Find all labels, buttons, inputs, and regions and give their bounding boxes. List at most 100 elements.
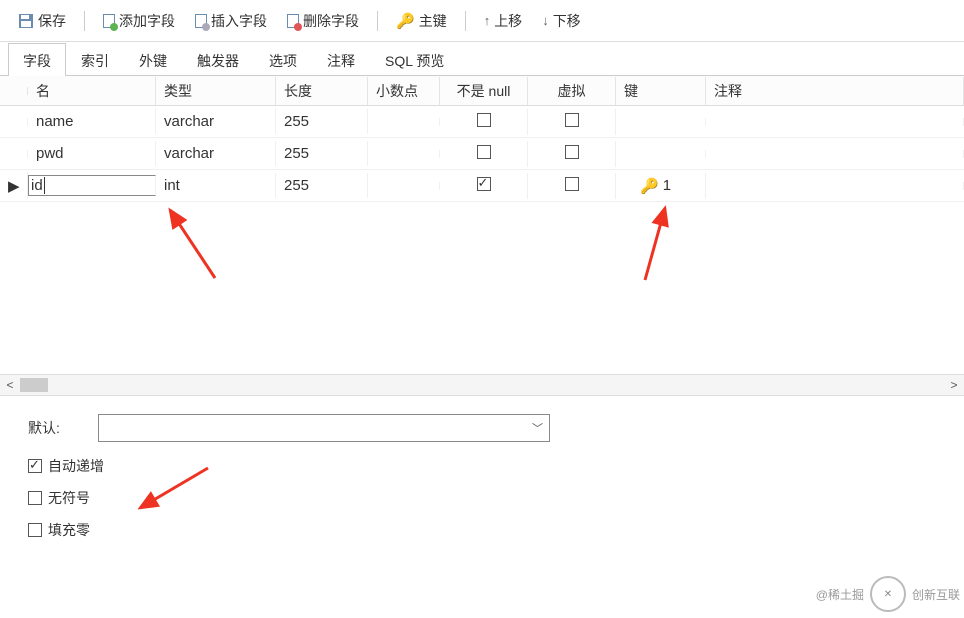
save-label: 保存 bbox=[38, 11, 66, 31]
insert-field-icon bbox=[195, 14, 207, 28]
cell-type[interactable]: int bbox=[156, 173, 276, 198]
zerofill-row[interactable]: 填充零 bbox=[28, 520, 936, 540]
cell-not-null[interactable] bbox=[440, 109, 528, 135]
default-row: 默认: ﹀ bbox=[28, 414, 936, 442]
header-not-null[interactable]: 不是 null bbox=[440, 77, 528, 105]
tabs: 字段 索引 外键 触发器 选项 注释 SQL 预览 bbox=[0, 42, 964, 76]
cell-key[interactable] bbox=[616, 150, 706, 158]
fields-grid: 名 类型 长度 小数点 不是 null 虚拟 键 注释 namevarchar2… bbox=[0, 76, 964, 374]
save-button[interactable]: 保存 bbox=[10, 7, 74, 35]
tab-foreign-keys[interactable]: 外键 bbox=[124, 43, 182, 76]
cell-length[interactable]: 255 bbox=[276, 173, 368, 198]
not-null-checkbox[interactable] bbox=[477, 113, 491, 127]
watermark-badge: ✕ bbox=[870, 576, 906, 612]
virtual-checkbox[interactable] bbox=[565, 145, 579, 159]
cell-type[interactable]: varchar bbox=[156, 141, 276, 166]
not-null-checkbox[interactable] bbox=[477, 145, 491, 159]
zerofill-label: 填充零 bbox=[48, 520, 90, 540]
add-field-button[interactable]: 添加字段 bbox=[95, 7, 183, 35]
add-field-icon bbox=[103, 14, 115, 28]
cell-not-null[interactable] bbox=[440, 141, 528, 167]
table-row[interactable]: pwdvarchar255 bbox=[0, 138, 964, 170]
toolbar: 保存 添加字段 插入字段 删除字段 🔑 主键 ↑ 上移 ↓ 下移 bbox=[0, 0, 964, 42]
move-down-button[interactable]: ↓ 下移 bbox=[534, 7, 589, 35]
primary-key-button[interactable]: 🔑 主键 bbox=[388, 7, 455, 35]
header-virtual[interactable]: 虚拟 bbox=[528, 77, 616, 105]
cell-decimal[interactable] bbox=[368, 150, 440, 158]
cell-type[interactable]: varchar bbox=[156, 109, 276, 134]
cell-decimal[interactable] bbox=[368, 118, 440, 126]
tab-indexes[interactable]: 索引 bbox=[66, 43, 124, 76]
header-decimal[interactable]: 小数点 bbox=[368, 77, 440, 105]
separator bbox=[465, 11, 466, 31]
header-key[interactable]: 键 bbox=[616, 77, 706, 105]
chevron-down-icon: ﹀ bbox=[532, 420, 543, 436]
horizontal-scrollbar[interactable]: < > bbox=[0, 374, 964, 396]
not-null-checkbox[interactable] bbox=[477, 177, 491, 191]
grid-body: namevarchar255pwdvarchar255▶id int255🔑1 bbox=[0, 106, 964, 374]
table-row[interactable]: ▶id int255 🔑1 bbox=[0, 170, 964, 202]
unsigned-row[interactable]: 无符号 bbox=[28, 488, 936, 508]
cell-comment[interactable] bbox=[706, 150, 964, 158]
scroll-right-button[interactable]: > bbox=[944, 378, 964, 392]
key-icon: 🔑 bbox=[640, 177, 659, 195]
row-marker bbox=[0, 118, 28, 126]
cell-virtual[interactable] bbox=[528, 141, 616, 167]
tab-sql-preview[interactable]: SQL 预览 bbox=[370, 43, 459, 76]
auto-increment-row[interactable]: 自动递增 bbox=[28, 456, 936, 476]
arrow-up-icon: ↑ bbox=[484, 13, 491, 28]
auto-increment-checkbox[interactable] bbox=[28, 459, 42, 473]
tab-triggers[interactable]: 触发器 bbox=[182, 43, 254, 76]
header-type[interactable]: 类型 bbox=[156, 77, 276, 105]
header-length[interactable]: 长度 bbox=[276, 77, 368, 105]
key-icon: 🔑 bbox=[396, 12, 415, 30]
delete-field-icon bbox=[287, 14, 299, 28]
cell-name[interactable]: pwd bbox=[28, 141, 156, 166]
row-marker bbox=[0, 150, 28, 158]
cell-key[interactable]: 🔑1 bbox=[616, 173, 706, 199]
header-marker bbox=[0, 87, 28, 95]
cell-virtual[interactable] bbox=[528, 109, 616, 135]
separator bbox=[377, 11, 378, 31]
cell-not-null[interactable] bbox=[440, 173, 528, 199]
tab-options[interactable]: 选项 bbox=[254, 43, 312, 76]
row-marker: ▶ bbox=[0, 173, 28, 199]
save-icon bbox=[18, 13, 34, 29]
cell-comment[interactable] bbox=[706, 182, 964, 190]
table-row[interactable]: namevarchar255 bbox=[0, 106, 964, 138]
insert-field-button[interactable]: 插入字段 bbox=[187, 7, 275, 35]
cell-key[interactable] bbox=[616, 118, 706, 126]
field-properties: 默认: ﹀ 自动递增 无符号 填充零 bbox=[0, 396, 964, 540]
tab-comment[interactable]: 注释 bbox=[312, 43, 370, 76]
cell-decimal[interactable] bbox=[368, 182, 440, 190]
delete-field-label: 删除字段 bbox=[303, 11, 359, 31]
move-up-button[interactable]: ↑ 上移 bbox=[476, 7, 531, 35]
tab-fields[interactable]: 字段 bbox=[8, 43, 66, 76]
scroll-thumb[interactable] bbox=[20, 378, 48, 392]
header-comment[interactable]: 注释 bbox=[706, 77, 964, 105]
scroll-left-button[interactable]: < bbox=[0, 378, 20, 392]
watermark: @稀土掘 ✕ 创新互联 bbox=[816, 576, 960, 612]
cell-length[interactable]: 255 bbox=[276, 109, 368, 134]
move-down-label: 下移 bbox=[553, 11, 581, 31]
delete-field-button[interactable]: 删除字段 bbox=[279, 7, 367, 35]
key-index: 1 bbox=[663, 177, 671, 194]
cell-comment[interactable] bbox=[706, 118, 964, 126]
grid-header: 名 类型 长度 小数点 不是 null 虚拟 键 注释 bbox=[0, 76, 964, 106]
unsigned-checkbox[interactable] bbox=[28, 491, 42, 505]
virtual-checkbox[interactable] bbox=[565, 113, 579, 127]
watermark-text2: 创新互联 bbox=[912, 586, 960, 603]
cell-virtual[interactable] bbox=[528, 173, 616, 199]
scroll-track[interactable] bbox=[20, 376, 944, 394]
default-label: 默认: bbox=[28, 418, 88, 438]
cell-length[interactable]: 255 bbox=[276, 141, 368, 166]
virtual-checkbox[interactable] bbox=[565, 177, 579, 191]
unsigned-label: 无符号 bbox=[48, 488, 90, 508]
zerofill-checkbox[interactable] bbox=[28, 523, 42, 537]
default-select[interactable]: ﹀ bbox=[98, 414, 550, 442]
cell-name[interactable]: name bbox=[28, 109, 156, 134]
header-name[interactable]: 名 bbox=[28, 77, 156, 105]
primary-key-label: 主键 bbox=[419, 11, 447, 31]
add-field-label: 添加字段 bbox=[119, 11, 175, 31]
cell-name[interactable]: id bbox=[28, 175, 156, 196]
